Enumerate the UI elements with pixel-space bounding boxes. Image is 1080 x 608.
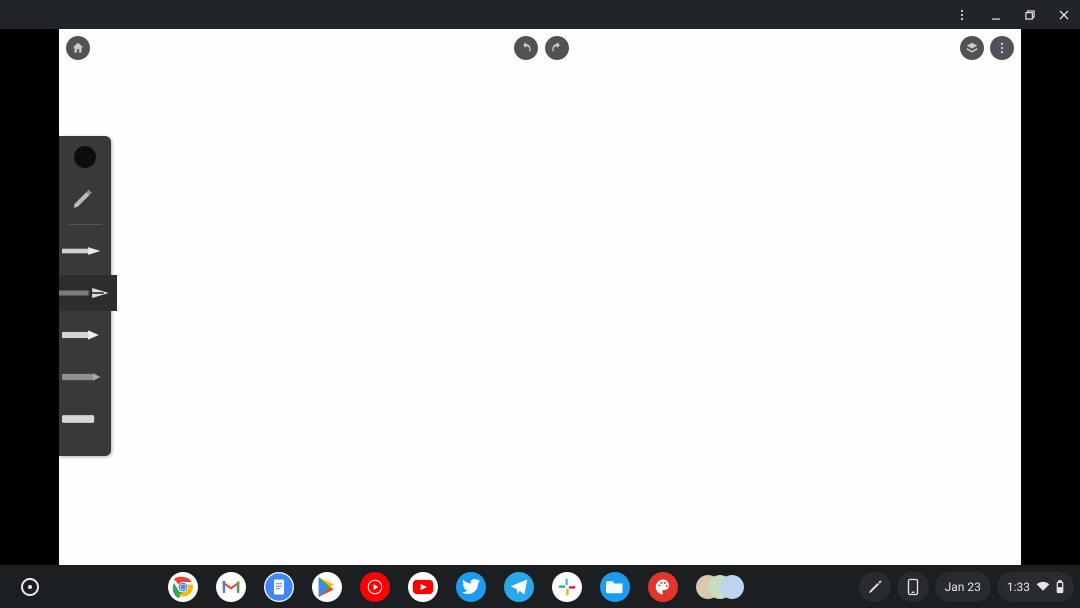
tool-pen[interactable] <box>59 233 111 269</box>
close-button[interactable] <box>1054 5 1074 25</box>
app-files[interactable] <box>600 572 630 602</box>
window-titlebar <box>0 0 1080 29</box>
app-play-store[interactable] <box>312 572 342 602</box>
status-tray[interactable]: 1:33 <box>997 572 1074 602</box>
app-drawing[interactable] <box>648 572 678 602</box>
divider <box>68 224 102 225</box>
app-telegram[interactable] <box>504 572 534 602</box>
app-gmail[interactable] <box>216 572 246 602</box>
stylus-tools-button[interactable] <box>859 572 891 602</box>
launcher-button[interactable] <box>21 578 39 596</box>
tool-crayon[interactable] <box>59 359 111 395</box>
status-area: Jan 23 1:33 <box>853 572 1080 602</box>
tool-marker[interactable] <box>59 317 111 353</box>
app-group-avatars[interactable] <box>696 572 744 602</box>
app-slack[interactable] <box>552 572 582 602</box>
app-youtube-music[interactable] <box>360 572 390 602</box>
canvas-app <box>59 29 1021 565</box>
app-youtube[interactable] <box>408 572 438 602</box>
app-docs[interactable] <box>264 572 294 602</box>
app-twitter[interactable] <box>456 572 486 602</box>
shelf-time: 1:33 <box>1007 580 1030 594</box>
tool-panel <box>59 136 111 456</box>
battery-icon <box>1056 580 1064 594</box>
drawing-canvas[interactable] <box>59 29 1021 565</box>
tool-pencil[interactable] <box>59 180 111 216</box>
phone-hub-button[interactable] <box>897 572 929 602</box>
restore-button[interactable] <box>1020 5 1040 25</box>
shelf-date: Jan 23 <box>945 580 981 594</box>
wifi-icon <box>1036 581 1050 592</box>
minimize-button[interactable] <box>986 5 1006 25</box>
shelf: Jan 23 1:33 <box>0 565 1080 608</box>
shelf-apps <box>168 572 744 602</box>
date-pill[interactable]: Jan 23 <box>935 572 991 602</box>
tool-fountain-pen[interactable] <box>59 275 117 311</box>
app-chrome[interactable] <box>168 572 198 602</box>
titlebar-more-icon[interactable] <box>952 5 972 25</box>
color-swatch[interactable] <box>74 146 96 168</box>
tool-chalk[interactable] <box>59 401 111 437</box>
